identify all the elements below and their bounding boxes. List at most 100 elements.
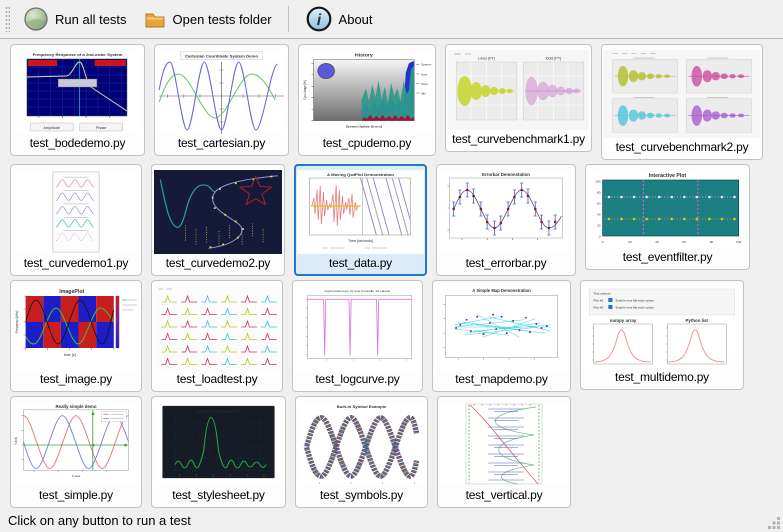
test-button-curvedemo2[interactable]: test_curvedemo2.py [151, 164, 285, 276]
test-button-multidemo[interactable]: Test options Plot #1 Enable new flat sty… [580, 280, 744, 390]
legend-idle: Idle [421, 92, 426, 96]
svg-text:100: 100 [736, 240, 742, 244]
x-ticks: 0 20 40 60 80 100 [602, 240, 742, 244]
thumbnail-loadtest [154, 286, 280, 370]
y-ticks: 100 80 60 40 20 0 [595, 180, 601, 239]
test-button-mapdemo[interactable]: A Simple Map Demonstration test_mapdemo.… [432, 280, 571, 392]
test-button-label: test_symbols.py [319, 488, 404, 502]
legend-total: Total [421, 82, 428, 86]
test-button-curvedemo1[interactable]: test_curvedemo1.py [10, 164, 142, 276]
mini-xlabel: System Uptime [h:m:s] [346, 124, 382, 128]
folder-icon [145, 13, 164, 28]
legend-phase: Phase [96, 126, 107, 130]
test-button-simple[interactable]: Really simple demo X-axis Y-axis test_si… [10, 396, 142, 508]
test-button-label: test_loadtest.py [176, 372, 258, 386]
test-button-data[interactable]: A Moving QwtPlot Demonstration Time [sec… [294, 164, 427, 276]
test-button-curvebenchmark1[interactable]: Lines [PT] Dots [PT] test_curvebenchmark… [445, 44, 592, 152]
app-window: Run all tests Open tests folder i About [0, 0, 783, 532]
checkbox-2 [608, 305, 613, 309]
mini-ylabel: Frequency [MHz] [15, 310, 19, 333]
thumbnail-eventfilter: Interactive Plot 100806040200 0 20 40 60 80 1… [588, 170, 747, 248]
option-text: Enable new flat style option [616, 299, 655, 303]
svg-text:80: 80 [710, 240, 714, 244]
status-bar: Click on any button to run a test [0, 508, 783, 532]
test-button-eventfilter[interactable]: Interactive Plot 100 80 60 40 20 0 0 20 40 60 80 1… [585, 164, 750, 270]
test-button-label: test_errorbar.py [465, 256, 547, 270]
mini-ylabel: Y-axis [14, 437, 18, 445]
test-button-curvebenchmark2[interactable]: test_curvebenchmark2.py [601, 44, 763, 160]
test-button-label: test_mapdemo.py [455, 372, 548, 386]
test-button-label: test_curvedemo2.py [165, 256, 271, 270]
test-button-label: test_cartesian.py [177, 136, 266, 150]
mini-xlabel: Time [seconds] [348, 239, 373, 243]
option-name: Plot #2 [594, 306, 604, 310]
svg-text:100: 100 [595, 180, 601, 184]
test-button-image[interactable]: ImagePlot time [s] Frequency [MHz] test_… [10, 280, 142, 392]
cpu-pie [317, 63, 335, 79]
svg-text:0: 0 [602, 240, 604, 244]
test-button-vertical[interactable]: test_vertical.py [437, 396, 571, 508]
svg-text:20: 20 [597, 224, 601, 228]
mini-xlabel: time [s] [64, 353, 76, 357]
test-button-stylesheet[interactable]: Stylesheet test (issue #92) test_stylesh… [151, 396, 286, 508]
mini-title: History [355, 53, 373, 59]
test-button-errorbar[interactable]: Errorbar Demonstation test_errorbar.py [436, 164, 576, 276]
run-all-tests-label: Run all tests [55, 11, 127, 27]
test-button-cartesian[interactable]: Cartesian Coordinate System Demo test_ca… [154, 44, 289, 156]
test-button-bodedemo[interactable]: Frequency Response of a 2nd-order System… [10, 44, 145, 156]
thumbnail-errorbar: Errorbar Demonstation [439, 170, 573, 254]
test-button-logcurve[interactable]: logcurvedemo.py (or how to handle -inf v… [292, 280, 423, 392]
about-label: About [338, 11, 373, 27]
open-tests-folder-button[interactable]: Open tests folder [135, 4, 280, 34]
option-text: Enable new flat style option [616, 306, 655, 310]
test-button-label: test_data.py [329, 256, 392, 270]
panel-title: Python list [685, 318, 708, 323]
test-button-label: test_curvebenchmark2.py [615, 140, 749, 154]
svg-text:60: 60 [597, 202, 601, 206]
thumbnail-logcurve: logcurvedemo.py (or how to handle -inf v… [295, 286, 420, 370]
test-button-label: test_simple.py [39, 488, 113, 502]
colorbar [115, 295, 120, 349]
test-button-loadtest[interactable]: test_loadtest.py [151, 280, 283, 392]
test-button-label: test_eventfilter.py [622, 250, 713, 264]
tests-grid: Frequency Response of a 2nd-order System… [0, 39, 783, 508]
mini-ylabel: Cpu Usage [%] [303, 80, 307, 99]
options-title: Test options [594, 292, 611, 296]
mini-xlabel: X-axis [72, 474, 81, 478]
test-button-label: test_multidemo.py [615, 370, 709, 384]
resize-grip[interactable] [768, 516, 781, 529]
checkbox-1 [608, 298, 613, 302]
test-button-label: test_vertical.py [465, 488, 543, 502]
svg-text:40: 40 [655, 240, 659, 244]
symbol-bands [306, 418, 416, 477]
mini-title: logcurvedemo.py (or how to handle -inf v… [325, 289, 391, 293]
thumbnail-cpudemo: History System Uptime [h:m:s] Cpu Usage … [301, 50, 433, 134]
mini-title: ImagePlot [59, 289, 84, 295]
thumbnail-vertical [440, 402, 568, 486]
svg-text:80: 80 [597, 191, 601, 195]
toolbar-separator [287, 6, 289, 32]
test-button-label: test_stylesheet.py [172, 488, 265, 502]
test-button-cpudemo[interactable]: History System Uptime [h:m:s] Cpu Usage … [298, 44, 436, 156]
panel-title: Lines [PT] [478, 57, 494, 61]
panel-title: numpy array [610, 318, 637, 323]
run-icon [24, 7, 48, 31]
thumbnail-curvedemo1 [13, 170, 139, 254]
about-button[interactable]: i About [297, 2, 381, 36]
test-button-label: test_bodedemo.py [29, 136, 126, 150]
svg-text:0: 0 [599, 235, 601, 239]
thumbnail-stylesheet: Stylesheet test (issue #92) [154, 402, 283, 486]
mini-title: A Moving QwtPlot Demonstration [327, 172, 394, 177]
mini-title: Cartesian Coordinate System Demo [185, 54, 258, 59]
thumbnail-bodedemo: Frequency Response of a 2nd-order System… [13, 50, 142, 134]
thumbnail-image: ImagePlot time [s] Frequency [MHz] [13, 286, 139, 370]
test-button-label: test_logcurve.py [315, 372, 400, 386]
thumbnail-curvedemo2 [154, 170, 282, 254]
panel-title: Dots [PT] [546, 57, 561, 61]
thumbnail-curvebenchmark2 [604, 50, 760, 138]
mini-title: Stylesheet test (issue #92) [197, 410, 240, 414]
svg-text:20: 20 [628, 240, 632, 244]
toolbar-drag-handle[interactable] [5, 6, 10, 32]
test-button-symbols[interactable]: Built-in Symbol Example test_symbols.py [295, 396, 428, 508]
run-all-tests-button[interactable]: Run all tests [15, 3, 135, 35]
